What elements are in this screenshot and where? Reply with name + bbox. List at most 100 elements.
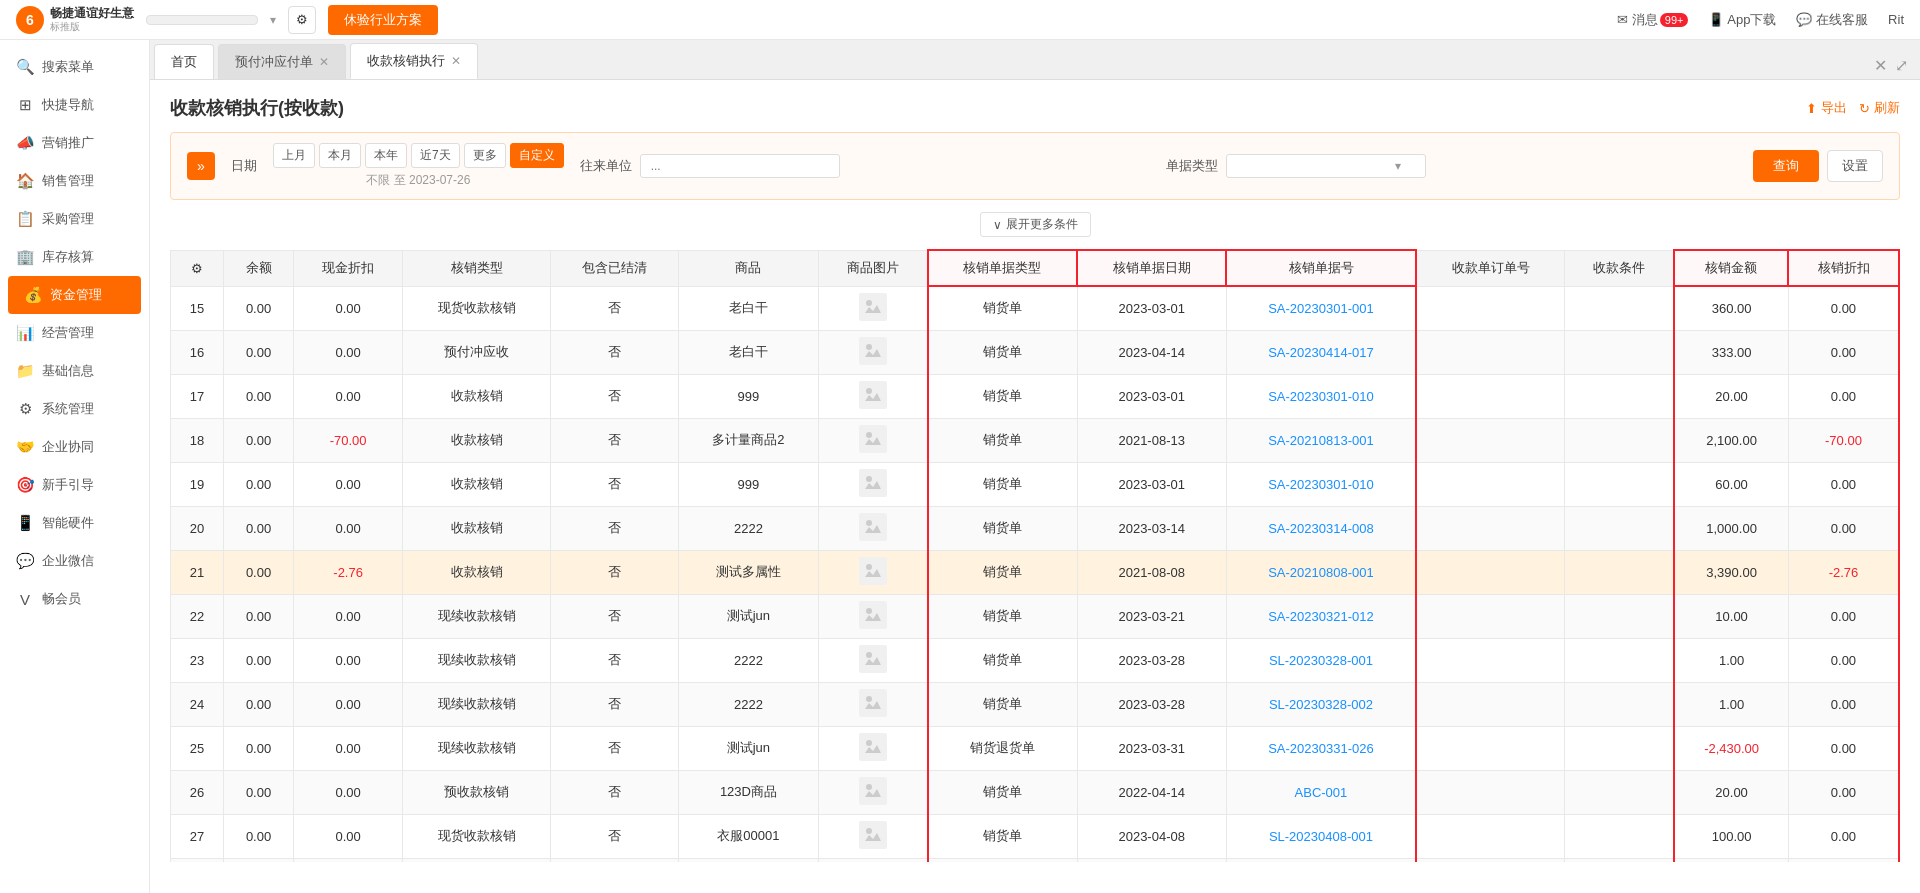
page-header: 收款核销执行(按收款) ⬆ 导出 ↻ 刷新 <box>150 80 1920 132</box>
cancel-doc-no-link[interactable]: SA-20230321-012 <box>1268 609 1374 624</box>
cell-include-settled: 否 <box>550 506 678 550</box>
cell-cancel-doc-date: 2023-03-31 <box>1077 726 1226 770</box>
tab-close-all-icon[interactable]: ✕ <box>1874 56 1887 75</box>
tab-prepay-close-icon[interactable]: ✕ <box>319 55 329 69</box>
cancel-doc-no-link[interactable]: SA-20230331-026 <box>1268 741 1374 756</box>
cell-cancel-doc-type: 销货单 <box>928 286 1077 330</box>
filter-collapse-button[interactable]: » <box>187 152 215 180</box>
tab-home[interactable]: 首页 <box>154 44 214 79</box>
sidebar-item-quicknav[interactable]: ⊞ 快捷导航 <box>0 86 149 124</box>
cell-receipt-order-no <box>1416 330 1565 374</box>
refresh-button[interactable]: ↻ 刷新 <box>1859 99 1900 117</box>
tab-prepay-label: 预付冲应付单 <box>235 53 313 71</box>
cell-cancel-doc-no: SA-20210813-001 <box>1226 418 1416 462</box>
date-btn-this-month[interactable]: 本月 <box>319 143 361 168</box>
sidebar-item-collab[interactable]: 🤝 企业协同 <box>0 428 149 466</box>
th-settings[interactable]: ⚙ <box>171 250 224 286</box>
sidebar-item-member[interactable]: V 畅会员 <box>0 580 149 618</box>
cell-goods: 测试多属性 <box>679 550 818 594</box>
cancel-doc-no-link[interactable]: SA-20230414-017 <box>1268 345 1374 360</box>
sidebar-item-guide[interactable]: 🎯 新手引导 <box>0 466 149 504</box>
user-name[interactable]: Rit <box>1888 12 1904 27</box>
message-icon[interactable]: ✉ 消息99+ <box>1617 11 1688 29</box>
cancel-doc-no-link[interactable]: ABC-001 <box>1295 785 1348 800</box>
cell-num: 21 <box>171 550 224 594</box>
sidebar-item-marketing[interactable]: 📣 营销推广 <box>0 124 149 162</box>
tab-receipt[interactable]: 收款核销执行 ✕ <box>350 43 478 79</box>
cancel-doc-no-link[interactable]: SA-20230301-010 <box>1268 389 1374 404</box>
th-goods: 商品 <box>679 250 818 286</box>
sidebar-label-wecom: 企业微信 <box>42 552 94 570</box>
cell-cancel-type: 预收款核销 <box>403 770 551 814</box>
sidebar-item-basic[interactable]: 📁 基础信息 <box>0 352 149 390</box>
date-btn-this-year[interactable]: 本年 <box>365 143 407 168</box>
online-service-link[interactable]: 💬 在线客服 <box>1796 11 1868 29</box>
sidebar-item-inventory[interactable]: 🏢 库存核算 <box>0 238 149 276</box>
table-body: 15 0.00 0.00 现货收款核销 否 老白干 销货单 2023-03-01… <box>171 286 1900 862</box>
sidebar-item-wecom[interactable]: 💬 企业微信 <box>0 542 149 580</box>
cell-goods: 123D商品 <box>679 770 818 814</box>
sidebar-item-search[interactable]: 🔍 搜索菜单 <box>0 48 149 86</box>
cell-num: 25 <box>171 726 224 770</box>
doctype-select[interactable]: ▾ <box>1226 154 1426 178</box>
tab-expand-icon[interactable]: ⤢ <box>1895 56 1908 75</box>
svg-rect-24 <box>859 821 887 849</box>
cell-balance: 0.00 <box>223 770 293 814</box>
sidebar-item-hardware[interactable]: 📱 智能硬件 <box>0 504 149 542</box>
cell-goods: 2222 <box>679 506 818 550</box>
sidebar-item-operation[interactable]: 📊 经营管理 <box>0 314 149 352</box>
sidebar-item-finance[interactable]: 💰 资金管理 <box>8 276 141 314</box>
cancel-doc-no-link[interactable]: SL-20230408-001 <box>1269 829 1373 844</box>
message-badge: 99+ <box>1660 13 1689 27</box>
svg-rect-10 <box>859 513 887 541</box>
cell-goods: 老白干 <box>679 286 818 330</box>
industry-button[interactable]: 休验行业方案 <box>328 5 438 35</box>
date-btn-more[interactable]: 更多 <box>464 143 506 168</box>
inventory-icon: 🏢 <box>16 248 34 266</box>
tab-receipt-label: 收款核销执行 <box>367 52 445 70</box>
cancel-doc-no-link[interactable]: SA-20230314-008 <box>1268 521 1374 536</box>
cell-cash-discount: 0.00 <box>294 682 403 726</box>
app-download-link[interactable]: 📱 App下载 <box>1708 11 1776 29</box>
settings-button[interactable]: 设置 <box>1827 150 1883 182</box>
sidebar-label-basic: 基础信息 <box>42 362 94 380</box>
cell-goods-img <box>818 550 928 594</box>
counterpart-input[interactable] <box>640 154 840 178</box>
sidebar-item-system[interactable]: ⚙ 系统管理 <box>0 390 149 428</box>
cancel-doc-no-link[interactable]: SA-20230301-010 <box>1268 477 1374 492</box>
cell-receipt-order-no <box>1416 594 1565 638</box>
tab-prepay[interactable]: 预付冲应付单 ✕ <box>218 44 346 79</box>
search-input-display[interactable] <box>146 15 258 25</box>
cell-cancel-doc-type: 销货单 <box>928 638 1077 682</box>
cell-cancel-doc-no: SA-20230314-008 <box>1226 506 1416 550</box>
dropdown-arrow-icon[interactable]: ▾ <box>270 13 276 27</box>
cell-cash-discount: 0.00 <box>294 638 403 682</box>
date-btn-last-month[interactable]: 上月 <box>273 143 315 168</box>
export-icon: ⬆ <box>1806 101 1817 116</box>
gear-button[interactable]: ⚙ <box>288 6 316 34</box>
cancel-doc-no-link[interactable]: SA-20210808-001 <box>1268 565 1374 580</box>
cell-cancel-discount: -2.76 <box>1788 550 1899 594</box>
tab-receipt-close-icon[interactable]: ✕ <box>451 54 461 68</box>
cell-cancel-type: 预付冲应收 <box>403 330 551 374</box>
sidebar-item-purchase[interactable]: 📋 采购管理 <box>0 200 149 238</box>
export-button[interactable]: ⬆ 导出 <box>1806 99 1847 117</box>
svg-rect-22 <box>859 777 887 805</box>
cell-cancel-discount: 0.00 <box>1788 814 1899 858</box>
cell-cash-discount: 0.00 <box>294 462 403 506</box>
cell-goods-img <box>818 858 928 862</box>
collab-icon: 🤝 <box>16 438 34 456</box>
date-btn-7days[interactable]: 近7天 <box>411 143 460 168</box>
cell-cancel-doc-no: SA-20230301-010 <box>1226 374 1416 418</box>
cancel-doc-no-link[interactable]: SA-20210813-001 <box>1268 433 1374 448</box>
svg-point-5 <box>866 388 872 394</box>
expand-more-button[interactable]: ∨ 展开更多条件 <box>980 212 1091 237</box>
cancel-doc-no-link[interactable]: SA-20230301-001 <box>1268 301 1374 316</box>
svg-point-9 <box>866 476 872 482</box>
sidebar-item-sales[interactable]: 🏠 销售管理 <box>0 162 149 200</box>
date-btn-custom[interactable]: 自定义 <box>510 143 564 168</box>
query-button[interactable]: 查询 <box>1753 150 1819 182</box>
svg-rect-8 <box>859 469 887 497</box>
cancel-doc-no-link[interactable]: SL-20230328-001 <box>1269 653 1373 668</box>
cancel-doc-no-link[interactable]: SL-20230328-002 <box>1269 697 1373 712</box>
